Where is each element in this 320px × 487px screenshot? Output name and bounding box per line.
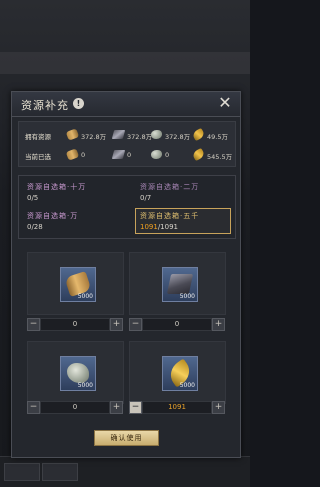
info-icon[interactable]: ! <box>73 98 84 109</box>
wood-icon <box>65 128 80 141</box>
item-quantity: 5000 <box>77 382 93 389</box>
resource-supplement-dialog: 资源补充 ! ✕ 拥有资源 372.8万 372.8万 372.8万 49.5万 <box>11 91 241 458</box>
stone-icon <box>151 150 162 159</box>
close-button[interactable]: ✕ <box>216 94 234 112</box>
increment-button[interactable]: + <box>212 318 225 331</box>
stone-card[interactable]: 5000 <box>27 341 124 404</box>
confirm-use-button[interactable]: 确认使用 <box>94 430 159 446</box>
selected-grain-value: 545.5万 <box>207 153 233 161</box>
grain-quantity-stepper: − 1091 + <box>129 401 225 414</box>
chest-count-used: 1091 <box>140 223 158 231</box>
decrement-button[interactable]: − <box>27 318 40 331</box>
chest-item-selected[interactable]: 资源自选箱·五千 1091/1091 <box>135 208 231 234</box>
chest-selector: 资源自选箱·十万 0/5 资源自选箱·二万 0/7 资源自选箱·万 0/28 资… <box>18 175 236 239</box>
stone-quantity-stepper: − 0 + <box>27 401 123 414</box>
quantity-input[interactable]: 1091 <box>142 401 212 414</box>
selected-iron-value: 0 <box>127 151 132 159</box>
grain-item-icon: 5000 <box>162 356 198 391</box>
iron-icon <box>111 150 126 159</box>
selected-wood-value: 0 <box>81 151 86 159</box>
owned-resources-label: 拥有资源 <box>25 133 51 141</box>
increment-button[interactable]: + <box>212 401 225 414</box>
chest-name: 资源自选箱·五千 <box>140 212 200 220</box>
increment-button[interactable]: + <box>110 401 123 414</box>
iron-card[interactable]: 5000 <box>129 252 226 315</box>
background-bottom-bar <box>0 456 250 487</box>
owned-stone-value: 372.8万 <box>165 133 191 141</box>
selected-resources-label: 当前已选 <box>25 153 51 161</box>
chest-item[interactable]: 资源自选箱·二万 0/7 <box>136 180 230 204</box>
quantity-input[interactable]: 0 <box>40 401 110 414</box>
stone-item-icon: 5000 <box>60 356 96 391</box>
chest-count-total: /1091 <box>157 223 179 231</box>
stone-icon <box>67 363 89 383</box>
chest-item[interactable]: 资源自选箱·万 0/28 <box>23 209 117 233</box>
iron-icon <box>166 274 194 294</box>
wood-quantity-stepper: − 0 + <box>27 318 123 331</box>
decrement-button[interactable]: − <box>129 318 142 331</box>
chest-name: 资源自选箱·二万 <box>140 183 200 191</box>
wood-card[interactable]: 5000 <box>27 252 124 315</box>
iron-quantity-stepper: − 0 + <box>129 318 225 331</box>
owned-resources-row: 拥有资源 372.8万 372.8万 372.8万 49.5万 <box>19 127 235 143</box>
item-quantity: 5000 <box>77 293 93 300</box>
chest-count: 1091/1091 <box>140 223 178 231</box>
owned-grain-value: 49.5万 <box>207 133 228 141</box>
background-tab <box>4 463 40 481</box>
resource-summary-panel: 拥有资源 372.8万 372.8万 372.8万 49.5万 当前已选 0 0… <box>18 121 236 167</box>
dialog-header: 资源补充 ! ✕ <box>12 92 240 117</box>
chest-count: 0/28 <box>27 223 43 231</box>
decrement-button[interactable]: − <box>27 401 40 414</box>
chest-name: 资源自选箱·十万 <box>27 183 87 191</box>
owned-wood-value: 372.8万 <box>81 133 107 141</box>
background-tab <box>42 463 78 481</box>
quantity-input[interactable]: 0 <box>40 318 110 331</box>
selected-resources-row: 当前已选 0 0 0 545.5万 <box>19 147 235 163</box>
decrement-button[interactable]: − <box>129 401 142 414</box>
item-quantity: 5000 <box>179 293 195 300</box>
iron-item-icon: 5000 <box>162 267 198 302</box>
chest-count: 0/7 <box>140 194 152 202</box>
chest-name: 资源自选箱·万 <box>27 212 79 220</box>
owned-iron-value: 372.8万 <box>127 133 153 141</box>
dialog-title: 资源补充 <box>21 100 69 112</box>
quantity-input[interactable]: 0 <box>142 318 212 331</box>
chest-item[interactable]: 资源自选箱·十万 0/5 <box>23 180 117 204</box>
grain-card[interactable]: 5000 <box>129 341 226 404</box>
wood-icon <box>65 148 80 161</box>
background-strip <box>0 52 250 74</box>
increment-button[interactable]: + <box>110 318 123 331</box>
wood-item-icon: 5000 <box>60 267 96 302</box>
chest-count: 0/5 <box>27 194 39 202</box>
item-quantity: 5000 <box>179 382 195 389</box>
selected-stone-value: 0 <box>165 151 170 159</box>
grain-icon <box>191 127 206 142</box>
stone-icon <box>151 130 162 139</box>
iron-icon <box>111 130 126 139</box>
grain-icon <box>191 147 206 162</box>
